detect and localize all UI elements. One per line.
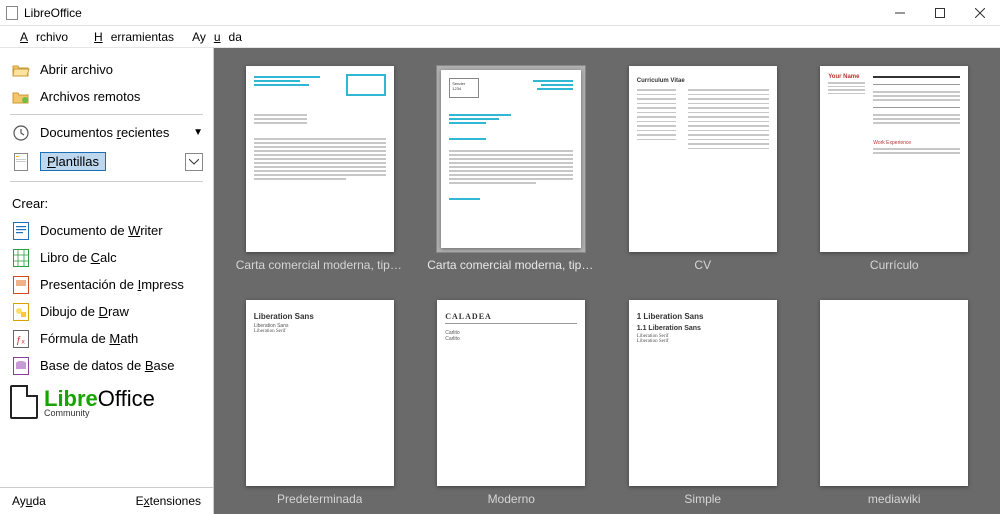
create-impress[interactable]: Presentación de Impress bbox=[0, 271, 213, 298]
template-card[interactable]: Carta comercial moderna, tipografía… bbox=[234, 66, 406, 272]
template-thumbnail-wrap: Liberation SansLiberation SansLiberation… bbox=[246, 300, 394, 486]
close-icon bbox=[975, 8, 985, 18]
create-section-title: Crear: bbox=[0, 186, 213, 217]
create-base[interactable]: Base de datos de Base bbox=[0, 352, 213, 379]
template-card[interactable]: Curriculum Vitae CV bbox=[617, 66, 789, 272]
template-thumbnail: Liberation SansLiberation SansLiberation… bbox=[246, 300, 394, 486]
divider bbox=[10, 114, 203, 115]
template-card[interactable]: Sender1234 Carta comercial moderna, tipog… bbox=[426, 66, 598, 272]
template-grid-area[interactable]: Carta comercial moderna, tipografía…Send… bbox=[214, 48, 1000, 514]
menubar: ArchivoHerramientasAyuda bbox=[0, 26, 1000, 48]
template-label: Carta comercial moderna, tipografía… bbox=[236, 258, 404, 272]
template-card[interactable]: mediawiki bbox=[809, 300, 981, 506]
minimize-icon bbox=[895, 8, 905, 18]
template-label: CV bbox=[694, 258, 711, 272]
menu-ayuda[interactable]: Ayuda bbox=[184, 28, 250, 46]
create-writer-label: Documento de Writer bbox=[40, 223, 163, 238]
create-draw-label: Dibujo de Draw bbox=[40, 304, 129, 319]
writer-icon bbox=[12, 224, 30, 238]
create-base-label: Base de datos de Base bbox=[40, 358, 174, 373]
template-thumbnail-wrap: Sender1234 bbox=[437, 66, 585, 252]
main: Abrir archivo Archivos remotos Documento… bbox=[0, 48, 1000, 514]
create-impress-label: Presentación de Impress bbox=[40, 277, 184, 292]
sidebar-recent-documents[interactable]: Documentos recientes ▼ bbox=[0, 119, 213, 146]
template-card[interactable]: 1 Liberation Sans1.1 Liberation SansLibe… bbox=[617, 300, 789, 506]
dropdown-button[interactable] bbox=[185, 153, 203, 171]
create-math-label: Fórmula de Math bbox=[40, 331, 138, 346]
window-controls bbox=[880, 0, 1000, 26]
draw-icon bbox=[12, 305, 30, 319]
logo: LibreOffice Community bbox=[0, 379, 213, 425]
create-calc[interactable]: Libro de Calc bbox=[0, 244, 213, 271]
window-title: LibreOffice bbox=[24, 6, 82, 20]
sidebar-remote-files[interactable]: Archivos remotos bbox=[0, 83, 213, 110]
template-label: Moderno bbox=[488, 492, 535, 506]
calc-icon bbox=[12, 251, 30, 265]
minimize-button[interactable] bbox=[880, 0, 920, 26]
template-thumbnail: Your NameWork Experience bbox=[820, 66, 968, 252]
template-thumbnail-wrap bbox=[246, 66, 394, 252]
impress-icon bbox=[12, 278, 30, 292]
template-thumbnail-wrap: Your NameWork Experience bbox=[820, 66, 968, 252]
template-label: Carta comercial moderna, tipografía… bbox=[427, 258, 595, 272]
template-label: Predeterminada bbox=[277, 492, 362, 506]
template-thumbnail: Curriculum Vitae bbox=[629, 66, 777, 252]
sidebar-templates-label-highlight: Plantillas bbox=[40, 152, 106, 171]
app-icon bbox=[6, 6, 18, 20]
titlebar-left: LibreOffice bbox=[6, 6, 82, 20]
sidebar-templates[interactable]: Plantillas bbox=[0, 146, 213, 177]
maximize-button[interactable] bbox=[920, 0, 960, 26]
template-thumbnail-wrap: CALADEACarlitoCarlito bbox=[437, 300, 585, 486]
template-thumbnail-wrap: Curriculum Vitae bbox=[629, 66, 777, 252]
create-list: Documento de Writer Libro de Calc Presen… bbox=[0, 217, 213, 379]
template-card[interactable]: Liberation SansLiberation SansLiberation… bbox=[234, 300, 406, 506]
sidebar: Abrir archivo Archivos remotos Documento… bbox=[0, 48, 214, 514]
template-thumbnail-wrap: 1 Liberation Sans1.1 Liberation SansLibe… bbox=[629, 300, 777, 486]
create-math[interactable]: ƒₓ Fórmula de Math bbox=[0, 325, 213, 352]
clock-icon bbox=[12, 126, 30, 140]
template-label: mediawiki bbox=[868, 492, 921, 506]
template-card[interactable]: Your NameWork Experience Currículo bbox=[809, 66, 981, 272]
base-icon bbox=[12, 359, 30, 373]
folder-remote-icon bbox=[12, 90, 30, 104]
template-label: Currículo bbox=[870, 258, 919, 272]
math-icon: ƒₓ bbox=[12, 332, 30, 346]
create-writer[interactable]: Documento de Writer bbox=[0, 217, 213, 244]
folder-open-icon bbox=[12, 63, 30, 77]
maximize-icon bbox=[935, 8, 945, 18]
template-thumbnail: CALADEACarlitoCarlito bbox=[437, 300, 585, 486]
footer-help[interactable]: Ayuda bbox=[12, 494, 46, 508]
chevron-down-icon bbox=[189, 159, 199, 165]
template-card[interactable]: CALADEACarlitoCarlito Moderno bbox=[426, 300, 598, 506]
template-label: Simple bbox=[684, 492, 721, 506]
divider bbox=[10, 181, 203, 182]
create-draw[interactable]: Dibujo de Draw bbox=[0, 298, 213, 325]
create-calc-label: Libro de Calc bbox=[40, 250, 117, 265]
menu-herramientas[interactable]: Herramientas bbox=[78, 28, 182, 46]
svg-text:ƒₓ: ƒₓ bbox=[16, 335, 26, 346]
sidebar-remote-label: Archivos remotos bbox=[40, 89, 140, 104]
sidebar-recent-label: Documentos recientes bbox=[40, 125, 169, 140]
titlebar: LibreOffice bbox=[0, 0, 1000, 26]
sidebar-footer: Ayuda Extensiones bbox=[0, 487, 213, 514]
sidebar-open-label: Abrir archivo bbox=[40, 62, 113, 77]
libreoffice-logo-icon bbox=[10, 385, 38, 419]
close-button[interactable] bbox=[960, 0, 1000, 26]
menu-archivo[interactable]: Archivo bbox=[4, 28, 76, 46]
sidebar-open-file[interactable]: Abrir archivo bbox=[0, 56, 213, 83]
chevron-down-icon: ▼ bbox=[193, 127, 203, 138]
template-grid: Carta comercial moderna, tipografía…Send… bbox=[234, 66, 980, 506]
template-icon bbox=[12, 155, 30, 169]
template-thumbnail bbox=[246, 66, 394, 252]
template-thumbnail bbox=[820, 300, 968, 486]
footer-extensions[interactable]: Extensiones bbox=[136, 494, 201, 508]
template-thumbnail-wrap bbox=[820, 300, 968, 486]
template-thumbnail: Sender1234 bbox=[441, 70, 581, 248]
template-thumbnail: 1 Liberation Sans1.1 Liberation SansLibe… bbox=[629, 300, 777, 486]
